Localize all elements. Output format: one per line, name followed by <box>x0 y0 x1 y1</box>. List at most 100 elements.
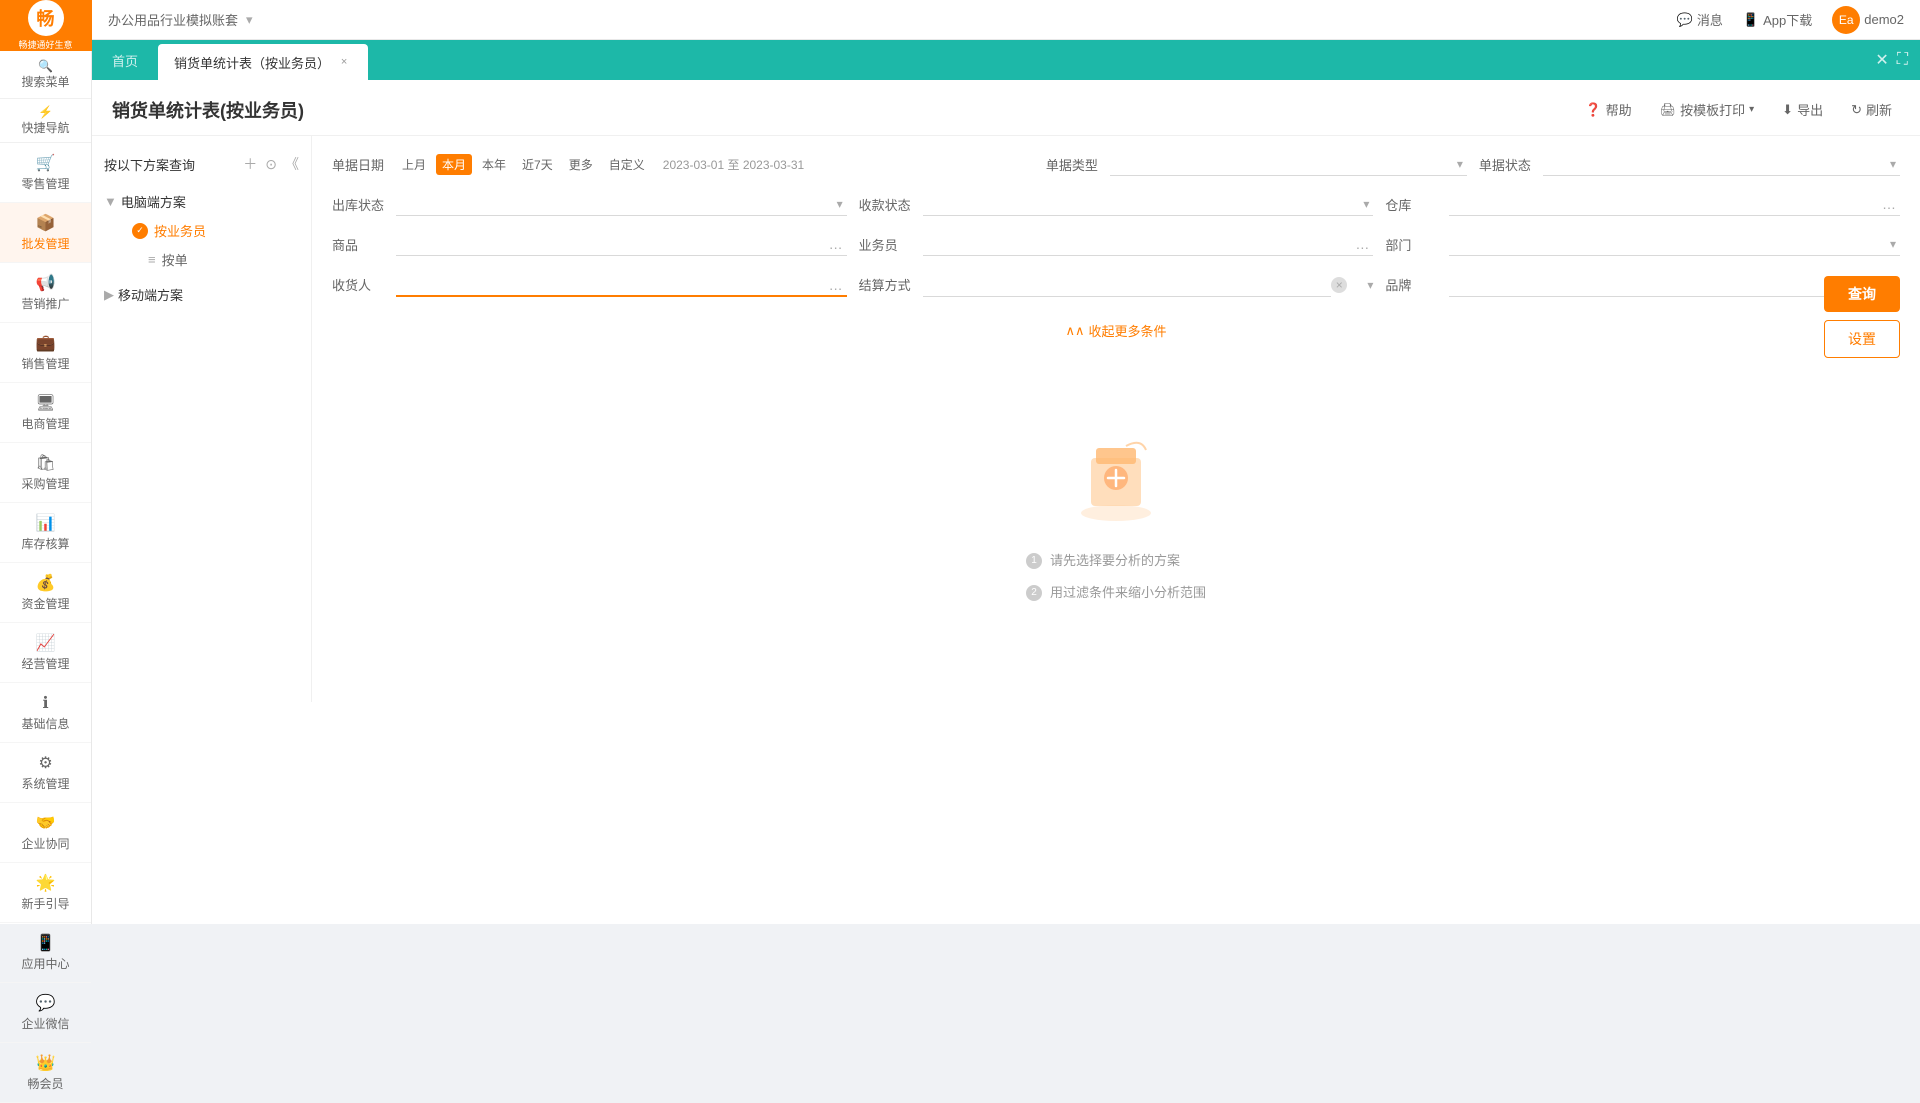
receiver-dots-icon[interactable]: … <box>829 277 843 293</box>
tab-sales-report[interactable]: 销货单统计表（按业务员） × <box>158 44 368 80</box>
collapse-sidebar-btn[interactable]: 《 <box>285 154 299 174</box>
sidebar-item-system[interactable]: ⚙ 系统管理 <box>0 743 91 803</box>
filter-row-2: 出库状态 ▾ 收款状态 ▾ <box>332 192 1900 216</box>
search-menu-label: 搜索菜单 <box>6 73 85 90</box>
settle-input[interactable] <box>923 273 1332 297</box>
goods-input[interactable] <box>396 232 847 256</box>
sidebar-item-marketing[interactable]: 📢 营销推广 <box>0 263 91 323</box>
empty-state: 1 请先选择要分析的方案 2 用过滤条件来缩小分析范围 <box>332 348 1900 686</box>
empty-tips: 1 请先选择要分析的方案 2 用过滤条件来缩小分析范围 <box>1026 548 1206 606</box>
sidebar-item-retail[interactable]: 🛒 零售管理 <box>0 143 91 203</box>
salesperson-dots-icon[interactable]: … <box>1355 236 1369 252</box>
refresh-btn[interactable]: ↻ 刷新 <box>1843 96 1900 123</box>
sidebar-item-basic[interactable]: ℹ 基础信息 <box>0 683 91 743</box>
query-btn[interactable]: 查询 <box>1824 276 1900 312</box>
out-status-input[interactable] <box>396 192 847 216</box>
search-menu[interactable]: 🔍 搜索菜单 <box>0 51 91 99</box>
filter-group-desktop-header[interactable]: ▼ 电脑端方案 <box>104 188 299 215</box>
warehouse-input[interactable] <box>1449 192 1900 216</box>
page-actions: ❓ 帮助 🖨 按模板打印 ▾ ⬇ 导出 ↻ 刷新 <box>1577 96 1900 123</box>
sidebar-item-wholesale[interactable]: 📦 批发管理 <box>0 203 91 263</box>
collapse-conditions-btn[interactable]: ∧∧ 收起更多条件 <box>1065 321 1166 340</box>
phone-icon: 📱 <box>1743 12 1759 28</box>
sidebar: 畅 畅捷通好生意 🔍 搜索菜单 ⚡ 快捷导航 🛒 零售管理 📦 批发管理 📢 营… <box>0 0 92 924</box>
sidebar-item-wechat[interactable]: 💬 企业微信 <box>0 983 91 1043</box>
help-btn[interactable]: ❓ 帮助 <box>1577 96 1639 123</box>
sidebar-item-enterprise[interactable]: 🤝 企业协同 <box>0 803 91 863</box>
date-this-year-btn[interactable]: 本年 <box>476 154 512 175</box>
export-label: 导出 <box>1797 100 1823 119</box>
sidebar-item-sales[interactable]: 💼 销售管理 <box>0 323 91 383</box>
doc-type-input[interactable] <box>1110 152 1467 176</box>
maximize-btn[interactable]: ⛶ <box>1897 51 1908 69</box>
sidebar-item-finance[interactable]: 💰 资金管理 <box>0 563 91 623</box>
message-btn[interactable]: 💬 消息 <box>1677 10 1723 29</box>
warehouse-control: … <box>1449 192 1900 216</box>
logo[interactable]: 畅 畅捷通好生意 <box>0 0 92 51</box>
tab-active-label: 销货单统计表（按业务员） <box>174 53 330 72</box>
sidebar-item-appcenter[interactable]: 📱 应用中心 <box>0 923 91 983</box>
date-last7-btn[interactable]: 近7天 <box>516 154 559 175</box>
sidebar-item-guide[interactable]: 🌟 新手引导 <box>0 863 91 923</box>
department-input[interactable] <box>1449 232 1900 256</box>
finance-icon: 💰 <box>4 573 87 593</box>
print-icon: 🖨 <box>1660 102 1677 118</box>
receiver-input[interactable] <box>396 272 847 297</box>
tabs-bar: 首页 销货单统计表（按业务员） × ✕ ⛶ <box>92 40 1920 80</box>
sidebar-item-label-sales: 销售管理 <box>4 355 87 372</box>
tab-close-btn[interactable]: × <box>336 54 352 70</box>
doc-status-input[interactable] <box>1543 152 1900 176</box>
sidebar-item-ecommerce[interactable]: 🖥 电商管理 <box>0 383 91 443</box>
sidebar-item-operation[interactable]: 📈 经营管理 <box>0 623 91 683</box>
receipt-status-input[interactable] <box>923 192 1374 216</box>
export-btn[interactable]: ⬇ 导出 <box>1774 96 1831 123</box>
print-arrow-icon: ▾ <box>1749 104 1754 115</box>
app-download-btn[interactable]: 📱 App下载 <box>1743 10 1812 29</box>
wholesale-icon: 📦 <box>4 213 87 233</box>
goods-dots-icon[interactable]: … <box>829 236 843 252</box>
dropdown-arrow-icon[interactable]: ▾ <box>246 12 253 28</box>
main-area: 办公用品行业模拟账套 ▾ 💬 消息 📱 App下载 Ea demo2 首页 销货… <box>92 0 1920 924</box>
refresh-scheme-btn[interactable]: ⊙ <box>265 156 277 173</box>
sidebar-item-purchase[interactable]: 🛍 采购管理 <box>0 443 91 503</box>
empty-tip-1-text: 请先选择要分析的方案 <box>1050 548 1180 574</box>
filter-group-desktop-label: 电脑端方案 <box>121 192 186 211</box>
date-this-month-btn[interactable]: 本月 <box>436 154 472 175</box>
date-last-month-btn[interactable]: 上月 <box>396 154 432 175</box>
tab-home[interactable]: 首页 <box>92 40 158 80</box>
group-arrow-icon: ▼ <box>104 194 117 209</box>
filter-sidebar: 按以下方案查询 ＋ ⊙ 《 ▼ 电脑端方案 ✓ <box>92 136 312 702</box>
date-range-display: 2023-03-01 至 2023-03-31 <box>663 156 804 173</box>
page-header: 销货单统计表(按业务员) ❓ 帮助 🖨 按模板打印 ▾ ⬇ 导出 <box>92 80 1920 136</box>
logo-text: 畅捷通好生意 <box>18 38 72 51</box>
receiver-field: 收货人 … <box>332 272 847 297</box>
filter-item-by-order[interactable]: ≡ 按单 <box>104 246 299 273</box>
filter-layout: 按以下方案查询 ＋ ⊙ 《 ▼ 电脑端方案 ✓ <box>92 136 1920 702</box>
filter-main: 单据日期 上月 本月 本年 近7天 更多 自定义 2023-03-01 至 20… <box>312 136 1920 702</box>
add-scheme-btn[interactable]: ＋ <box>243 154 257 174</box>
warehouse-dots-icon[interactable]: … <box>1882 196 1896 212</box>
close-all-tabs-btn[interactable]: ✕ <box>1875 50 1888 70</box>
date-custom-btn[interactable]: 自定义 <box>603 154 651 175</box>
empty-tip-2-text: 用过滤条件来缩小分析范围 <box>1050 580 1206 606</box>
collapse-up-icon: ∧∧ <box>1065 323 1084 339</box>
doc-status-control: ▾ <box>1543 152 1900 176</box>
print-btn[interactable]: 🖨 按模板打印 ▾ <box>1652 96 1763 123</box>
doc-type-control: ▾ <box>1110 152 1467 176</box>
receiver-label: 收货人 <box>332 275 388 294</box>
filter-sidebar-title: 按以下方案查询 <box>104 155 195 174</box>
salesperson-control: … <box>923 232 1374 256</box>
sidebar-item-member[interactable]: 👑 畅会员 <box>0 1043 91 1103</box>
date-more-btn[interactable]: 更多 <box>563 154 599 175</box>
settle-clear-btn[interactable]: × <box>1331 277 1347 293</box>
settings-btn[interactable]: 设置 <box>1824 320 1900 358</box>
shortcut-nav[interactable]: ⚡ 快捷导航 <box>0 99 91 143</box>
filter-group-mobile-header[interactable]: ▶ 移动端方案 <box>104 281 299 308</box>
filter-item-by-salesperson[interactable]: ✓ 按业务员 <box>104 215 299 246</box>
user-avatar-area[interactable]: Ea demo2 <box>1832 6 1904 34</box>
sidebar-item-label-appcenter: 应用中心 <box>4 955 87 972</box>
empty-illustration <box>1066 428 1166 528</box>
salesperson-input[interactable] <box>923 232 1374 256</box>
settle-arrow-icon: ▾ <box>1367 278 1373 292</box>
sidebar-item-inventory[interactable]: 📊 库存核算 <box>0 503 91 563</box>
